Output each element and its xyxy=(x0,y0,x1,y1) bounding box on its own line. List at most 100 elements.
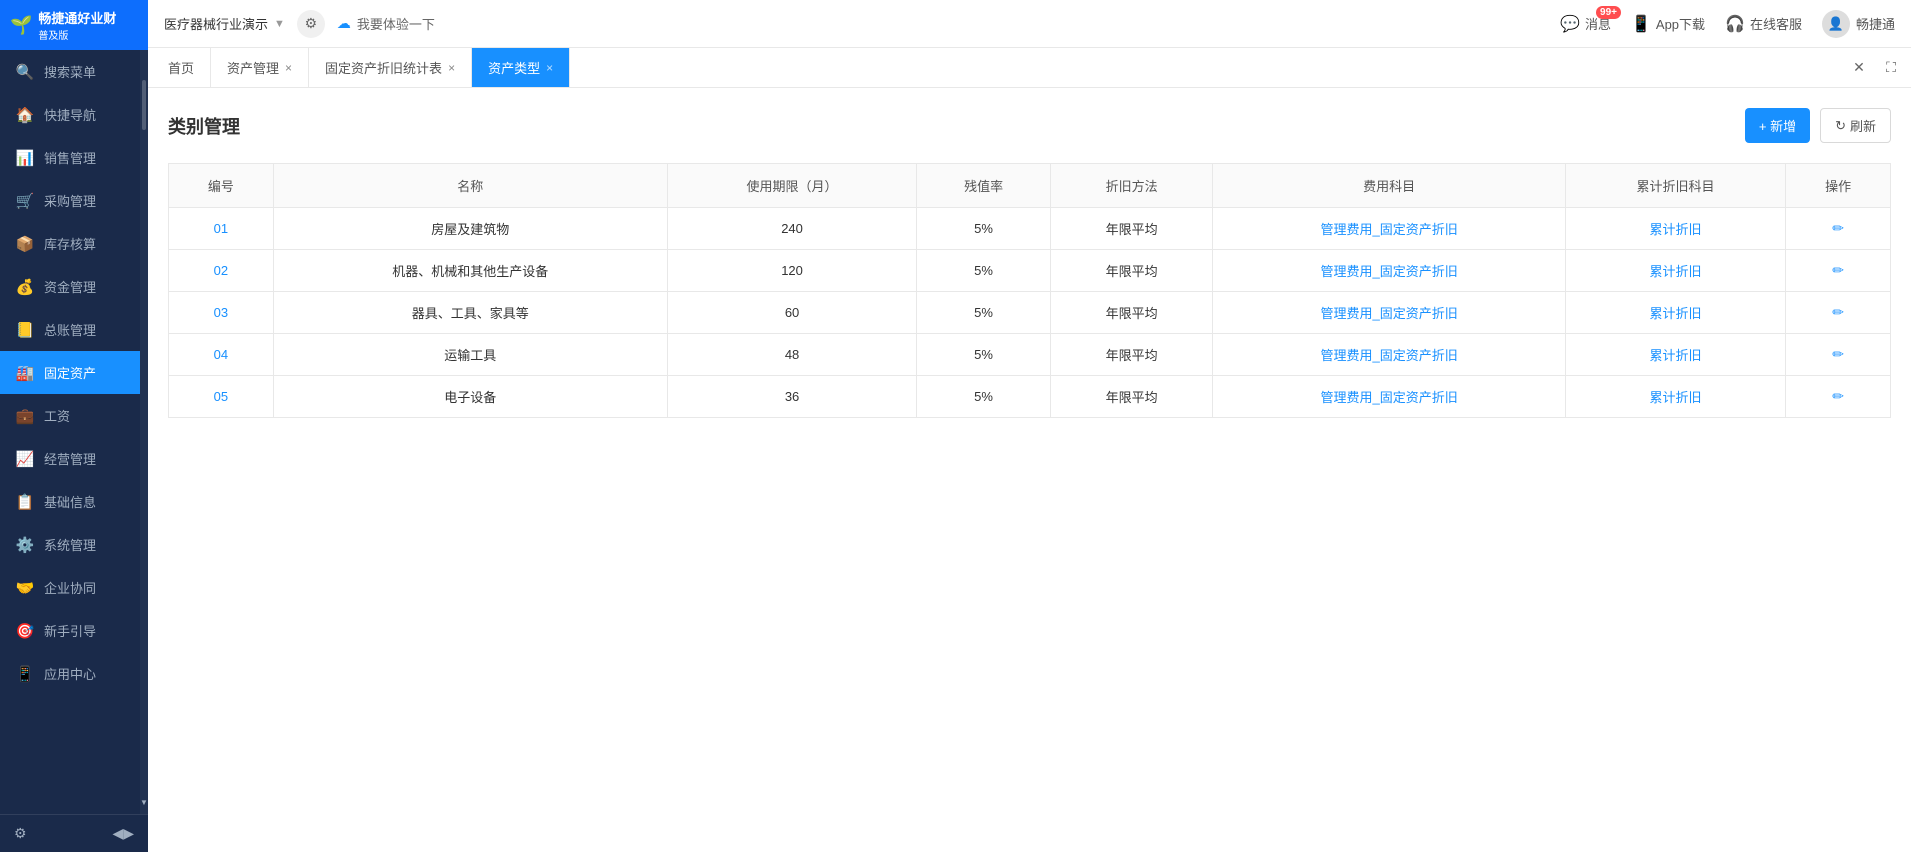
cell-method: 年限平均 xyxy=(1050,208,1213,250)
operations-icon: 📈 xyxy=(16,450,34,468)
sidebar-item-label: 企业协同 xyxy=(44,578,96,597)
cell-depreciation: 累计折旧 xyxy=(1565,208,1785,250)
depreciation-link[interactable]: 累计折旧 xyxy=(1650,306,1702,321)
cell-code: 01 xyxy=(169,208,274,250)
cell-residual: 5% xyxy=(917,208,1051,250)
sidebar-scrollbar-thumb xyxy=(142,80,146,130)
download-icon: 📱 xyxy=(1631,14,1651,34)
code-link[interactable]: 02 xyxy=(214,263,228,278)
col-residual: 残值率 xyxy=(917,164,1051,208)
sidebar-item-system[interactable]: ⚙️ 系统管理 xyxy=(0,523,140,566)
tab-asset-management-label: 资产管理 xyxy=(227,58,279,77)
edit-icon[interactable]: ✏ xyxy=(1832,346,1844,362)
sidebar-item-sales[interactable]: 📊 销售管理 xyxy=(0,136,140,179)
app-download-button[interactable]: 📱 App下载 xyxy=(1631,14,1705,34)
expense-link[interactable]: 管理费用_固定资产折旧 xyxy=(1321,222,1458,237)
cell-residual: 5% xyxy=(917,376,1051,418)
depreciation-link[interactable]: 累计折旧 xyxy=(1650,348,1702,363)
sidebar-scroll-down[interactable]: ▼ xyxy=(140,794,148,810)
sidebar-item-search[interactable]: 🔍 搜索菜单 xyxy=(0,50,140,93)
tabs-bar: 首页 资产管理 × 固定资产折旧统计表 × 资产类型 × ✕ ⛶ xyxy=(148,48,1911,88)
sidebar-item-operations[interactable]: 📈 经营管理 xyxy=(0,437,140,480)
code-link[interactable]: 05 xyxy=(214,389,228,404)
cell-action: ✏ xyxy=(1786,376,1891,418)
sidebar-item-payroll[interactable]: 💼 工资 xyxy=(0,394,140,437)
demo-selector[interactable]: 医疗器械行业演示 ▼ xyxy=(164,14,285,33)
sidebar-scrollbar[interactable]: ▼ xyxy=(140,50,148,814)
edit-icon[interactable]: ✏ xyxy=(1832,388,1844,404)
sidebar-item-inventory[interactable]: 📦 库存核算 xyxy=(0,222,140,265)
sidebar-item-guide[interactable]: 🎯 新手引导 xyxy=(0,609,140,652)
category-table: 编号 名称 使用期限（月） 残值率 折旧方法 费用科目 累计折旧科目 操作 01… xyxy=(168,163,1891,418)
edit-icon[interactable]: ✏ xyxy=(1832,262,1844,278)
home-icon: 🏠 xyxy=(16,106,34,124)
col-method: 折旧方法 xyxy=(1050,164,1213,208)
col-expense: 费用科目 xyxy=(1213,164,1565,208)
tab-asset-type[interactable]: 资产类型 × xyxy=(472,48,570,87)
tab-expand-button[interactable]: ⛶ xyxy=(1879,56,1903,80)
cell-name: 器具、工具、家具等 xyxy=(273,292,667,334)
tab-home-label: 首页 xyxy=(168,58,194,77)
sidebar-item-app-center[interactable]: 📱 应用中心 xyxy=(0,652,140,695)
code-link[interactable]: 01 xyxy=(214,221,228,236)
expense-link[interactable]: 管理费用_固定资产折旧 xyxy=(1321,306,1458,321)
sidebar: 🌱 畅捷通好业财 普及版 🔍 搜索菜单 🏠 快捷导航 📊 销售管理 🛒 采购管理 xyxy=(0,0,148,852)
edit-icon[interactable]: ✏ xyxy=(1832,304,1844,320)
user-menu[interactable]: 👤 畅捷通 xyxy=(1822,10,1895,38)
cell-period: 120 xyxy=(667,250,916,292)
tab-close-icon[interactable]: × xyxy=(448,61,455,75)
settings-icon[interactable]: ⚙ xyxy=(14,825,27,842)
tab-close-icon[interactable]: × xyxy=(285,61,292,75)
sidebar-item-fixed-assets[interactable]: 🏭 固定资产 xyxy=(0,351,140,394)
cell-period: 240 xyxy=(667,208,916,250)
sidebar-item-capital[interactable]: 💰 资金管理 xyxy=(0,265,140,308)
tab-asset-type-label: 资产类型 xyxy=(488,58,540,77)
depreciation-link[interactable]: 累计折旧 xyxy=(1650,222,1702,237)
refresh-button[interactable]: ↻ 刷新 xyxy=(1820,108,1891,143)
cell-action: ✏ xyxy=(1786,250,1891,292)
cell-expense: 管理费用_固定资产折旧 xyxy=(1213,208,1565,250)
sidebar-item-purchase[interactable]: 🛒 采购管理 xyxy=(0,179,140,222)
tab-close-button[interactable]: ✕ xyxy=(1847,56,1871,80)
depreciation-link[interactable]: 累计折旧 xyxy=(1650,390,1702,405)
app-center-icon: 📱 xyxy=(16,665,34,683)
edit-icon[interactable]: ✏ xyxy=(1832,220,1844,236)
expense-link[interactable]: 管理费用_固定资产折旧 xyxy=(1321,264,1458,279)
experience-button[interactable]: ☁ 我要体验一下 xyxy=(337,14,435,33)
cell-expense: 管理费用_固定资产折旧 xyxy=(1213,250,1565,292)
code-link[interactable]: 03 xyxy=(214,305,228,320)
app-logo: 🌱 畅捷通好业财 普及版 xyxy=(0,0,148,50)
sidebar-item-label: 资金管理 xyxy=(44,277,96,296)
collapse-icon[interactable]: ◀▶ xyxy=(112,825,134,842)
tab-asset-management[interactable]: 资产管理 × xyxy=(211,48,309,87)
expense-link[interactable]: 管理费用_固定资产折旧 xyxy=(1321,348,1458,363)
page-header: 类别管理 + 新增 ↻ 刷新 xyxy=(168,108,1891,143)
tab-depreciation-table[interactable]: 固定资产折旧统计表 × xyxy=(309,48,472,87)
cell-code: 02 xyxy=(169,250,274,292)
sidebar-item-enterprise[interactable]: 🤝 企业协同 xyxy=(0,566,140,609)
sidebar-item-basic-info[interactable]: 📋 基础信息 xyxy=(0,480,140,523)
sidebar-item-quick-nav[interactable]: 🏠 快捷导航 xyxy=(0,93,140,136)
tab-close-icon[interactable]: × xyxy=(546,61,553,75)
code-link[interactable]: 04 xyxy=(214,347,228,362)
customer-service-label: 在线客服 xyxy=(1750,14,1802,33)
tabs-right-controls: ✕ ⛶ xyxy=(1839,48,1911,87)
table-row: 03 器具、工具、家具等 60 5% 年限平均 管理费用_固定资产折旧 累计折旧… xyxy=(169,292,1891,334)
customer-service-button[interactable]: 🎧 在线客服 xyxy=(1725,14,1802,34)
refresh-icon: ↻ xyxy=(1835,118,1846,134)
cell-method: 年限平均 xyxy=(1050,334,1213,376)
tab-home[interactable]: 首页 xyxy=(152,48,211,87)
cell-expense: 管理费用_固定资产折旧 xyxy=(1213,292,1565,334)
cell-residual: 5% xyxy=(917,250,1051,292)
col-period: 使用期限（月） xyxy=(667,164,916,208)
sidebar-item-ledger[interactable]: 📒 总账管理 xyxy=(0,308,140,351)
sidebar-item-label: 应用中心 xyxy=(44,664,96,683)
cell-name: 房屋及建筑物 xyxy=(273,208,667,250)
capital-icon: 💰 xyxy=(16,278,34,296)
topbar: 医疗器械行业演示 ▼ ⚙ ☁ 我要体验一下 💬 消息 99+ 📱 App下载 🎧… xyxy=(148,0,1911,48)
add-button[interactable]: + 新增 xyxy=(1745,108,1810,143)
messages-button[interactable]: 💬 消息 99+ xyxy=(1560,14,1611,34)
topbar-settings-button[interactable]: ⚙ xyxy=(297,10,325,38)
depreciation-link[interactable]: 累计折旧 xyxy=(1650,264,1702,279)
expense-link[interactable]: 管理费用_固定资产折旧 xyxy=(1321,390,1458,405)
